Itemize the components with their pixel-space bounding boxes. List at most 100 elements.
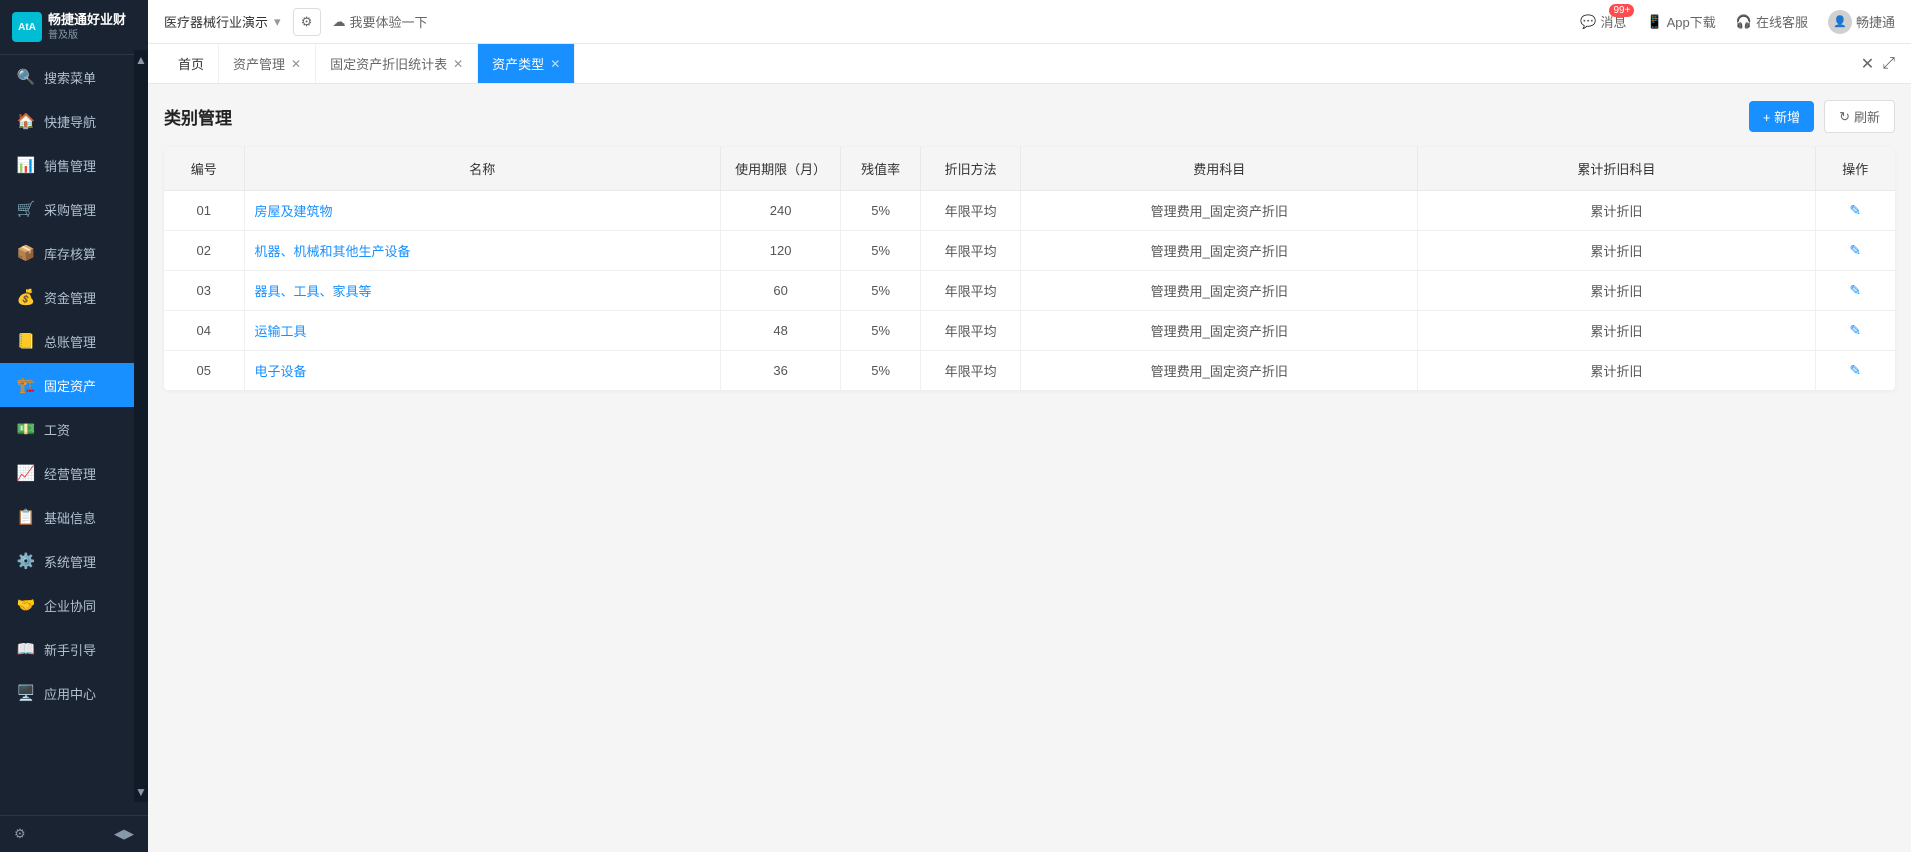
- page-header: 类别管理 + 新增 ↻ 刷新: [164, 100, 1895, 133]
- sidebar-item-app-center[interactable]: 🖥️ 应用中心: [0, 671, 148, 715]
- sidebar-item-system[interactable]: ⚙️ 系统管理: [0, 539, 148, 583]
- user-name: 畅捷通: [1856, 12, 1895, 31]
- edit-icon[interactable]: ✎: [1849, 202, 1861, 218]
- app-center-icon: 🖥️: [16, 683, 36, 703]
- tab-asset-type[interactable]: 资产类型 ✕: [478, 44, 575, 83]
- sidebar-logo: AtA 畅捷通好业财 普及版: [0, 0, 148, 55]
- sidebar-item-operations[interactable]: 📈 经营管理: [0, 451, 148, 495]
- cell-id: 04: [164, 311, 244, 351]
- headset-icon: 🎧: [1736, 14, 1752, 30]
- table-row: 04 运输工具 48 5% 年限平均 管理费用_固定资产折旧 累计折旧 ✎: [164, 311, 1895, 351]
- app-name: 畅捷通好业财: [48, 12, 126, 29]
- sidebar-item-sales[interactable]: 📊 销售管理: [0, 143, 148, 187]
- tab-asset-mgmt-close[interactable]: ✕: [291, 57, 301, 71]
- new-button[interactable]: + 新增: [1749, 101, 1814, 132]
- sidebar-item-newbie[interactable]: 📖 新手引导: [0, 627, 148, 671]
- tabs-left: 首页 资产管理 ✕ 固定资产折旧统计表 ✕ 资产类型 ✕: [164, 44, 575, 83]
- sidebar-item-basic-info[interactable]: 📋 基础信息: [0, 495, 148, 539]
- sidebar-item-label: 应用中心: [44, 684, 96, 703]
- tab-depreciation-close[interactable]: ✕: [453, 57, 463, 71]
- sidebar-item-search[interactable]: 🔍 搜索菜单: [0, 55, 148, 99]
- cell-action[interactable]: ✎: [1815, 351, 1895, 391]
- newbie-icon: 📖: [16, 639, 36, 659]
- header-right: 💬 消息 99+ 📱 App下载 🎧 在线客服 👤 畅捷通: [1580, 10, 1895, 34]
- header-left: 医疗器械行业演示 ▾ ⚙ ☁ 我要体验一下: [164, 8, 428, 36]
- cell-action[interactable]: ✎: [1815, 191, 1895, 231]
- cell-action[interactable]: ✎: [1815, 311, 1895, 351]
- cell-name: 器具、工具、家具等: [244, 271, 721, 311]
- tab-depreciation-report[interactable]: 固定资产折旧统计表 ✕: [316, 44, 478, 83]
- app-edition: 普及版: [48, 29, 126, 42]
- collapse-icon[interactable]: ◀▶: [114, 826, 134, 842]
- table-row: 02 机器、机械和其他生产设备 120 5% 年限平均 管理费用_固定资产折旧 …: [164, 231, 1895, 271]
- online-service-label: 在线客服: [1756, 12, 1808, 31]
- expand-icon[interactable]: ⤢: [1882, 55, 1895, 73]
- user-item[interactable]: 👤 畅捷通: [1828, 10, 1895, 34]
- messages-item[interactable]: 💬 消息 99+: [1580, 12, 1626, 31]
- home-icon: 🏠: [16, 111, 36, 131]
- edit-icon[interactable]: ✎: [1849, 362, 1861, 378]
- settings-button[interactable]: ⚙: [293, 8, 321, 36]
- cell-action[interactable]: ✎: [1815, 231, 1895, 271]
- system-icon: ⚙️: [16, 551, 36, 571]
- sidebar-item-inventory[interactable]: 📦 库存核算: [0, 231, 148, 275]
- tabs-bar: 首页 资产管理 ✕ 固定资产折旧统计表 ✕ 资产类型 ✕ ✕ ⤢: [148, 44, 1911, 84]
- basic-info-icon: 📋: [16, 507, 36, 527]
- edit-icon[interactable]: ✎: [1849, 282, 1861, 298]
- edit-icon[interactable]: ✎: [1849, 242, 1861, 258]
- col-header-action: 操作: [1815, 147, 1895, 191]
- refresh-button[interactable]: ↻ 刷新: [1824, 100, 1895, 133]
- edit-icon[interactable]: ✎: [1849, 322, 1861, 338]
- experience-button[interactable]: ☁ 我要体验一下: [333, 12, 428, 31]
- cell-ratio: 5%: [841, 231, 921, 271]
- cell-ratio: 5%: [841, 271, 921, 311]
- inventory-icon: 📦: [16, 243, 36, 263]
- category-table: 编号 名称 使用期限（月） 残值率 折旧方法 费用科目 累计折旧科目 操作 01…: [164, 147, 1895, 390]
- settings-footer-icon[interactable]: ⚙: [14, 826, 26, 842]
- main-wrapper: 医疗器械行业演示 ▾ ⚙ ☁ 我要体验一下 💬 消息 99+ 📱 App下载 🎧…: [148, 0, 1911, 852]
- cell-fee: 管理费用_固定资产折旧: [1021, 271, 1418, 311]
- table-container: 编号 名称 使用期限（月） 残值率 折旧方法 费用科目 累计折旧科目 操作 01…: [164, 147, 1895, 390]
- sidebar-item-ledger[interactable]: 📒 总账管理: [0, 319, 148, 363]
- sidebar-item-label: 经营管理: [44, 464, 96, 483]
- cell-method: 年限平均: [921, 191, 1021, 231]
- col-header-fee: 费用科目: [1021, 147, 1418, 191]
- user-avatar-icon: 👤: [1828, 10, 1852, 34]
- cell-months: 240: [721, 191, 841, 231]
- search-icon: 🔍: [16, 67, 36, 87]
- company-name: 医疗器械行业演示: [164, 12, 268, 31]
- scroll-down-icon[interactable]: ▼: [135, 786, 147, 798]
- sidebar-scrollbar: ▲ ▼: [134, 50, 148, 802]
- capital-icon: 💰: [16, 287, 36, 307]
- purchase-icon: 🛒: [16, 199, 36, 219]
- cell-months: 120: [721, 231, 841, 271]
- tab-asset-mgmt[interactable]: 资产管理 ✕: [219, 44, 316, 83]
- scroll-up-icon[interactable]: ▲: [135, 54, 147, 66]
- sidebar-item-fixed-assets[interactable]: 🏗️ 固定资产: [0, 363, 148, 407]
- table-row: 05 电子设备 36 5% 年限平均 管理费用_固定资产折旧 累计折旧 ✎: [164, 351, 1895, 391]
- tab-asset-type-close[interactable]: ✕: [550, 57, 560, 71]
- sidebar-item-capital[interactable]: 💰 资金管理: [0, 275, 148, 319]
- sidebar-item-label: 资金管理: [44, 288, 96, 307]
- sidebar-nav: 🔍 搜索菜单 🏠 快捷导航 📊 销售管理 🛒 采购管理 📦 库存核算 💰 资金管…: [0, 55, 148, 815]
- sidebar-item-salary[interactable]: 💵 工资: [0, 407, 148, 451]
- sidebar-item-purchase[interactable]: 🛒 采购管理: [0, 187, 148, 231]
- sidebar-item-label: 固定资产: [44, 376, 96, 395]
- message-icon: 💬: [1580, 14, 1596, 30]
- sidebar-item-quick-nav[interactable]: 🏠 快捷导航: [0, 99, 148, 143]
- table-row: 03 器具、工具、家具等 60 5% 年限平均 管理费用_固定资产折旧 累计折旧…: [164, 271, 1895, 311]
- sidebar-item-enterprise[interactable]: 🤝 企业协同: [0, 583, 148, 627]
- cell-method: 年限平均: [921, 231, 1021, 271]
- app-download-item[interactable]: 📱 App下载: [1646, 12, 1715, 31]
- col-header-id: 编号: [164, 147, 244, 191]
- online-service-item[interactable]: 🎧 在线客服: [1736, 12, 1808, 31]
- tabs-right: ✕ ⤢: [1861, 54, 1895, 74]
- sidebar-item-label: 企业协同: [44, 596, 96, 615]
- tab-home[interactable]: 首页: [164, 44, 219, 83]
- company-selector[interactable]: 医疗器械行业演示 ▾: [164, 12, 281, 31]
- col-header-name: 名称: [244, 147, 721, 191]
- fixed-assets-icon: 🏗️: [16, 375, 36, 395]
- cell-action[interactable]: ✎: [1815, 271, 1895, 311]
- sidebar-item-label: 搜索菜单: [44, 68, 96, 87]
- close-tab-icon[interactable]: ✕: [1861, 54, 1874, 74]
